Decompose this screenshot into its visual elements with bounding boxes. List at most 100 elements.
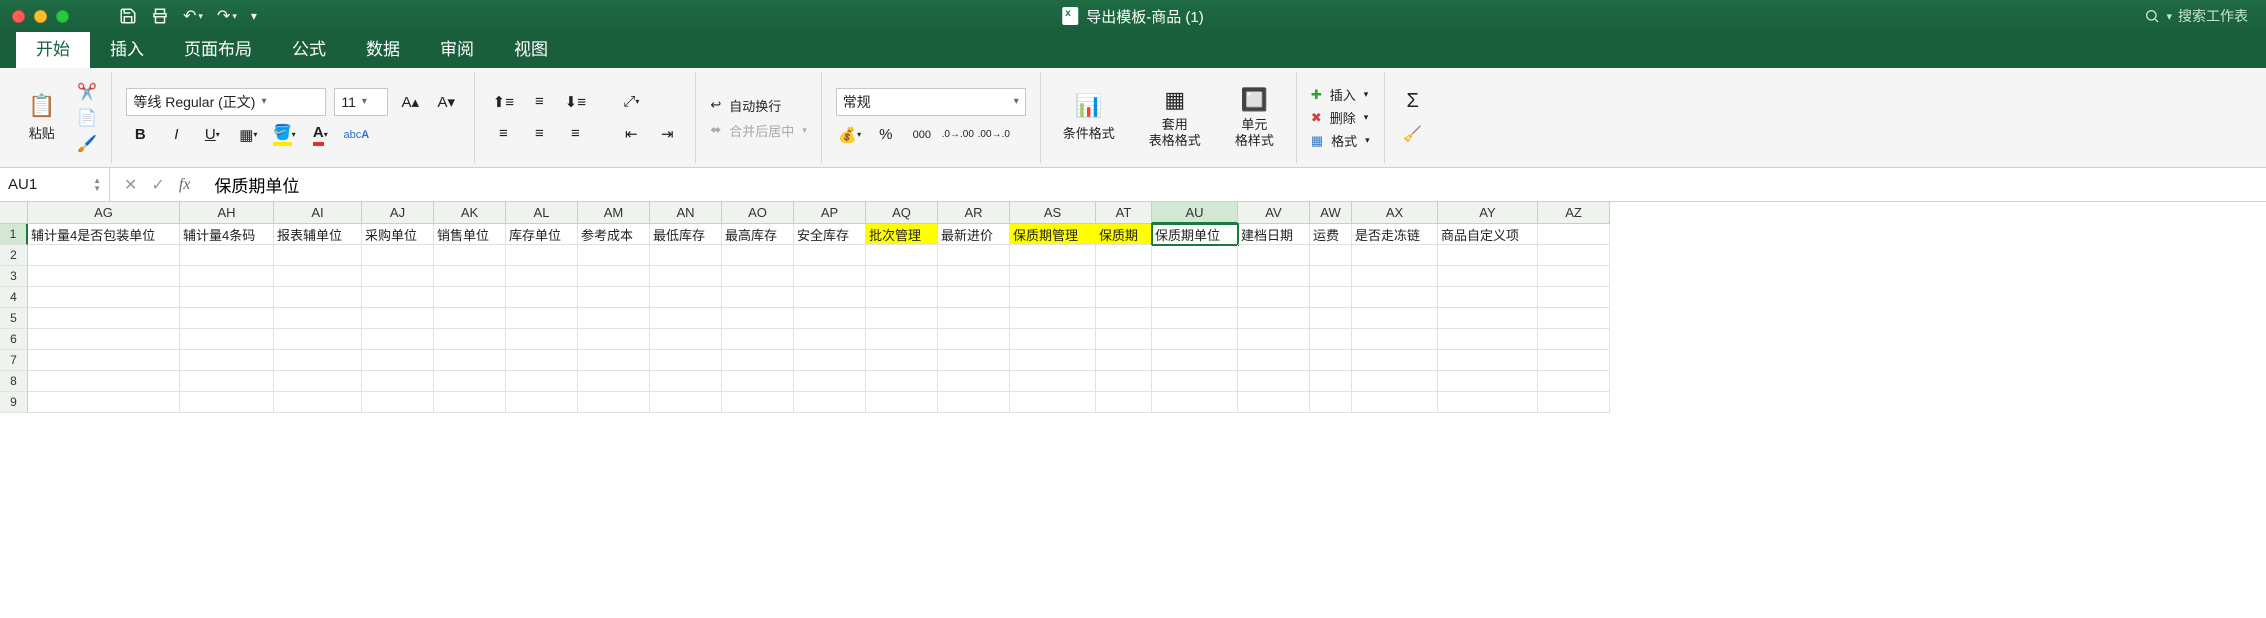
cell[interactable] <box>362 350 434 371</box>
increase-indent-button[interactable]: ⇥ <box>653 121 681 147</box>
cell[interactable] <box>1010 329 1096 350</box>
row-header[interactable]: 5 <box>0 308 28 329</box>
cell[interactable]: 最低库存 <box>650 224 722 245</box>
cancel-formula-button[interactable]: ✕ <box>124 175 137 195</box>
column-header-AW[interactable]: AW <box>1310 202 1352 224</box>
cell[interactable] <box>794 266 866 287</box>
cell[interactable] <box>28 350 180 371</box>
qat-customize-button[interactable]: ▾ <box>251 9 257 23</box>
cell[interactable] <box>722 245 794 266</box>
column-header-AO[interactable]: AO <box>722 202 794 224</box>
column-header-AS[interactable]: AS <box>1010 202 1096 224</box>
cell[interactable] <box>362 266 434 287</box>
cell[interactable]: 采购单位 <box>362 224 434 245</box>
cell[interactable] <box>1010 266 1096 287</box>
column-header-AH[interactable]: AH <box>180 202 274 224</box>
cell[interactable]: 运费 <box>1310 224 1352 245</box>
cell[interactable] <box>938 392 1010 413</box>
column-header-AJ[interactable]: AJ <box>362 202 434 224</box>
row-header[interactable]: 2 <box>0 245 28 266</box>
column-header-AV[interactable]: AV <box>1238 202 1310 224</box>
fill-color-button[interactable]: 🪣▾ <box>270 122 298 148</box>
cell[interactable] <box>866 350 938 371</box>
cell[interactable] <box>794 287 866 308</box>
cell[interactable] <box>180 371 274 392</box>
orientation-button[interactable]: ⤢▾ <box>617 89 645 115</box>
cell[interactable] <box>506 308 578 329</box>
column-header-AT[interactable]: AT <box>1096 202 1152 224</box>
column-header-AR[interactable]: AR <box>938 202 1010 224</box>
close-window-button[interactable] <box>12 10 25 23</box>
cell[interactable] <box>578 245 650 266</box>
cell[interactable] <box>1538 392 1610 413</box>
tab-审阅[interactable]: 审阅 <box>420 27 494 68</box>
cell[interactable] <box>1152 371 1238 392</box>
cell[interactable] <box>866 245 938 266</box>
cut-button[interactable]: ✂️ <box>77 82 97 102</box>
cell[interactable] <box>28 245 180 266</box>
column-header-AG[interactable]: AG <box>28 202 180 224</box>
cell[interactable] <box>794 350 866 371</box>
cell[interactable] <box>1310 329 1352 350</box>
cell[interactable] <box>274 287 362 308</box>
cell[interactable] <box>578 308 650 329</box>
cell[interactable] <box>434 266 506 287</box>
cell[interactable] <box>28 371 180 392</box>
cell[interactable] <box>1096 329 1152 350</box>
cell[interactable] <box>722 308 794 329</box>
underline-button[interactable]: U▾ <box>198 122 226 148</box>
border-button[interactable]: ▦▾ <box>234 122 262 148</box>
conditional-format-button[interactable]: 📊 条件格式 <box>1055 89 1123 146</box>
cell[interactable] <box>722 329 794 350</box>
cell[interactable] <box>1096 287 1152 308</box>
number-format-combo[interactable]: 常规▾ <box>836 88 1026 116</box>
format-cells-button[interactable]: ▦格式▾ <box>1311 131 1370 150</box>
cell[interactable] <box>1310 266 1352 287</box>
cell[interactable] <box>1438 245 1538 266</box>
cell[interactable] <box>1310 287 1352 308</box>
cell[interactable]: 建档日期 <box>1238 224 1310 245</box>
clear-button[interactable]: 🧹 <box>1399 121 1427 147</box>
cell[interactable]: 批次管理 <box>866 224 938 245</box>
paste-button[interactable]: 📋 粘贴 <box>20 89 63 146</box>
cell[interactable]: 销售单位 <box>434 224 506 245</box>
cell[interactable] <box>866 287 938 308</box>
cell[interactable] <box>866 329 938 350</box>
cell[interactable] <box>866 266 938 287</box>
select-all-corner[interactable] <box>0 202 28 224</box>
tab-插入[interactable]: 插入 <box>90 27 164 68</box>
insert-cells-button[interactable]: ✚插入▾ <box>1311 85 1370 104</box>
cell[interactable]: 安全库存 <box>794 224 866 245</box>
format-painter-button[interactable]: 🖌️ <box>77 134 97 154</box>
cell[interactable] <box>1238 308 1310 329</box>
cell[interactable] <box>434 329 506 350</box>
cell[interactable] <box>180 287 274 308</box>
cell[interactable] <box>1010 392 1096 413</box>
cell[interactable] <box>1310 371 1352 392</box>
align-middle-button[interactable]: ≡ <box>525 89 553 115</box>
cell[interactable] <box>1238 392 1310 413</box>
cell[interactable] <box>1238 266 1310 287</box>
cell[interactable] <box>180 308 274 329</box>
cell[interactable] <box>578 266 650 287</box>
cell[interactable] <box>1538 350 1610 371</box>
cell[interactable] <box>274 245 362 266</box>
cell[interactable] <box>1096 350 1152 371</box>
cell[interactable]: 商品自定义项 <box>1438 224 1538 245</box>
cell[interactable] <box>1310 245 1352 266</box>
table-format-button[interactable]: ▦ 套用表格格式 <box>1141 83 1209 152</box>
column-header-AU[interactable]: AU <box>1152 202 1238 224</box>
cell[interactable] <box>578 350 650 371</box>
tab-视图[interactable]: 视图 <box>494 27 568 68</box>
cell[interactable] <box>180 245 274 266</box>
cell[interactable] <box>28 287 180 308</box>
cell[interactable] <box>578 329 650 350</box>
cell[interactable]: 辅计量4是否包装单位 <box>28 224 180 245</box>
confirm-formula-button[interactable]: ✓ <box>151 175 164 195</box>
cell-style-button[interactable]: 🔲 单元格样式 <box>1227 83 1282 152</box>
font-color-button[interactable]: A▾ <box>306 122 334 148</box>
cell[interactable] <box>578 287 650 308</box>
wrap-text-button[interactable]: ↩ 自动换行 <box>710 96 806 115</box>
cell[interactable] <box>866 308 938 329</box>
cell[interactable]: 参考成本 <box>578 224 650 245</box>
